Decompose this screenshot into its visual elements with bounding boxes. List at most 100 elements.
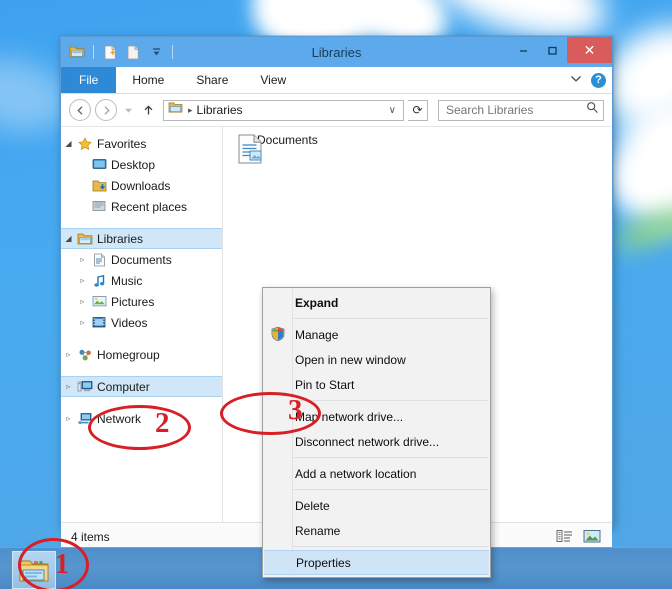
context-menu-item-properties[interactable]: Properties [264, 550, 489, 575]
breadcrumb-separator: ▸ [188, 104, 193, 115]
homegroup-icon [76, 347, 94, 363]
sidebar-item-downloads[interactable]: Downloads [61, 175, 222, 196]
context-menu-item-open-in-new-window[interactable]: Open in new window [263, 347, 490, 372]
sidebar-item-label: Desktop [111, 157, 156, 172]
context-menu-item-delete[interactable]: Delete [263, 493, 490, 518]
twisty-icon[interactable]: ◢ [61, 234, 76, 243]
forward-button[interactable] [95, 99, 117, 121]
tab-home[interactable]: Home [116, 67, 180, 93]
large-icons-view-button[interactable] [582, 528, 602, 546]
quick-access-toolbar [61, 42, 176, 62]
sidebar-item-homegroup[interactable]: ▹ Homegroup [61, 344, 222, 365]
sidebar-item-music[interactable]: ▹ Music [61, 270, 222, 291]
maximize-button[interactable] [538, 37, 567, 63]
sidebar-item-network[interactable]: ▹ Network [61, 408, 222, 429]
ribbon-right-controls: ? [570, 67, 606, 93]
tree-group-spacer [61, 365, 222, 376]
new-folder-icon[interactable] [100, 42, 120, 62]
sidebar-item-label: Pictures [111, 294, 155, 309]
tab-file[interactable]: File [61, 67, 117, 93]
search-icon[interactable] [586, 101, 599, 119]
sidebar-item-documents[interactable]: ▹ Documents [61, 249, 222, 270]
menu-divider [293, 400, 488, 401]
sidebar-item-computer[interactable]: ▹ Computer [61, 376, 222, 397]
twisty-icon[interactable]: ▹ [75, 297, 90, 306]
tree-group-spacer [61, 333, 222, 344]
desktop-icon [90, 157, 108, 173]
taskbar-explorer-button[interactable] [12, 551, 56, 589]
twisty-icon[interactable]: ▹ [61, 350, 76, 359]
twisty-icon[interactable]: ◢ [61, 139, 76, 148]
close-button[interactable]: ✕ [567, 37, 612, 63]
navigation-pane: ◢ Favorites Desktop Downloads Recent pla… [61, 127, 223, 522]
chevron-down-icon[interactable] [570, 74, 582, 86]
tree-group-spacer [61, 397, 222, 408]
twisty-icon[interactable]: ▹ [61, 414, 76, 423]
history-dropdown-icon[interactable] [121, 107, 135, 114]
sidebar-item-libraries[interactable]: ◢ Libraries [61, 228, 222, 249]
context-menu-item-rename[interactable]: Rename [263, 518, 490, 543]
context-menu-item-map-network-drive[interactable]: Map network drive... [263, 404, 490, 429]
network-icon [76, 411, 94, 427]
breadcrumb[interactable]: Libraries [197, 103, 243, 117]
twisty-icon[interactable]: ▹ [75, 276, 90, 285]
context-menu-item-disconnect-network-drive[interactable]: Disconnect network drive... [263, 429, 490, 454]
chevron-down-icon[interactable] [146, 42, 166, 62]
sidebar-item-desktop[interactable]: Desktop [61, 154, 222, 175]
star-icon [76, 136, 94, 152]
status-item-count: 4 items [71, 529, 110, 544]
sidebar-item-label: Videos [111, 315, 148, 330]
twisty-icon[interactable]: ▹ [61, 382, 76, 391]
window-controls: ✕ [509, 37, 612, 67]
up-button[interactable] [139, 104, 157, 117]
menu-divider [293, 546, 488, 547]
twisty-icon[interactable]: ▹ [75, 318, 90, 327]
context-menu-item-expand[interactable]: Expand [263, 290, 490, 315]
libraries-icon [76, 231, 94, 247]
context-menu-item-add-network-location[interactable]: Add a network location [263, 461, 490, 486]
sidebar-item-label: Favorites [97, 136, 147, 151]
window-body: ◢ Favorites Desktop Downloads Recent pla… [61, 127, 612, 578]
menu-divider [293, 489, 488, 490]
minimize-button[interactable] [509, 37, 538, 63]
back-button[interactable] [69, 99, 91, 121]
wallpaper-leaf [610, 199, 672, 257]
sidebar-item-favorites[interactable]: ◢ Favorites [61, 133, 222, 154]
list-item-label: Documents [257, 133, 318, 147]
search-input[interactable]: Search Libraries [438, 99, 604, 121]
help-icon[interactable]: ? [591, 72, 606, 88]
shield-icon [270, 326, 286, 342]
tab-view[interactable]: View [244, 67, 302, 93]
sidebar-item-recent-places[interactable]: Recent places [61, 196, 222, 217]
details-view-button[interactable] [554, 528, 574, 546]
sidebar-item-label: Downloads [111, 178, 171, 193]
properties-icon[interactable] [123, 42, 143, 62]
music-icon [90, 273, 108, 289]
wallpaper-petal [602, 84, 672, 236]
address-bar[interactable]: ▸ Libraries ∨ [163, 99, 404, 121]
menu-divider [293, 457, 488, 458]
context-menu-item-pin-to-start[interactable]: Pin to Start [263, 372, 490, 397]
downloads-icon [90, 178, 108, 194]
sidebar-item-label: Homegroup [97, 347, 160, 362]
context-menu-item-manage[interactable]: Manage [263, 322, 490, 347]
list-item[interactable]: Documents [235, 133, 318, 164]
address-dropdown-icon[interactable]: ∨ [384, 105, 401, 116]
tree-group-spacer [61, 217, 222, 228]
twisty-icon[interactable]: ▹ [75, 255, 90, 264]
sidebar-item-label: Libraries [97, 231, 144, 246]
window-titlebar[interactable]: Libraries ✕ [61, 37, 612, 67]
menu-divider [293, 318, 488, 319]
documents-library-icon [235, 133, 265, 170]
refresh-button[interactable]: ⟳ [408, 99, 428, 121]
computer-icon [76, 379, 94, 395]
toolbar-separator [172, 45, 173, 59]
context-menu[interactable]: Expand Manage Open in new window Pin to … [262, 287, 491, 578]
documents-icon [90, 252, 108, 268]
sidebar-item-pictures[interactable]: ▹ Pictures [61, 291, 222, 312]
address-bar-row: ▸ Libraries ∨ ⟳ Search Libraries [61, 94, 612, 127]
tab-share[interactable]: Share [180, 67, 244, 93]
pictures-icon [90, 294, 108, 310]
sidebar-item-videos[interactable]: ▹ Videos [61, 312, 222, 333]
folder-icon[interactable] [67, 42, 87, 62]
